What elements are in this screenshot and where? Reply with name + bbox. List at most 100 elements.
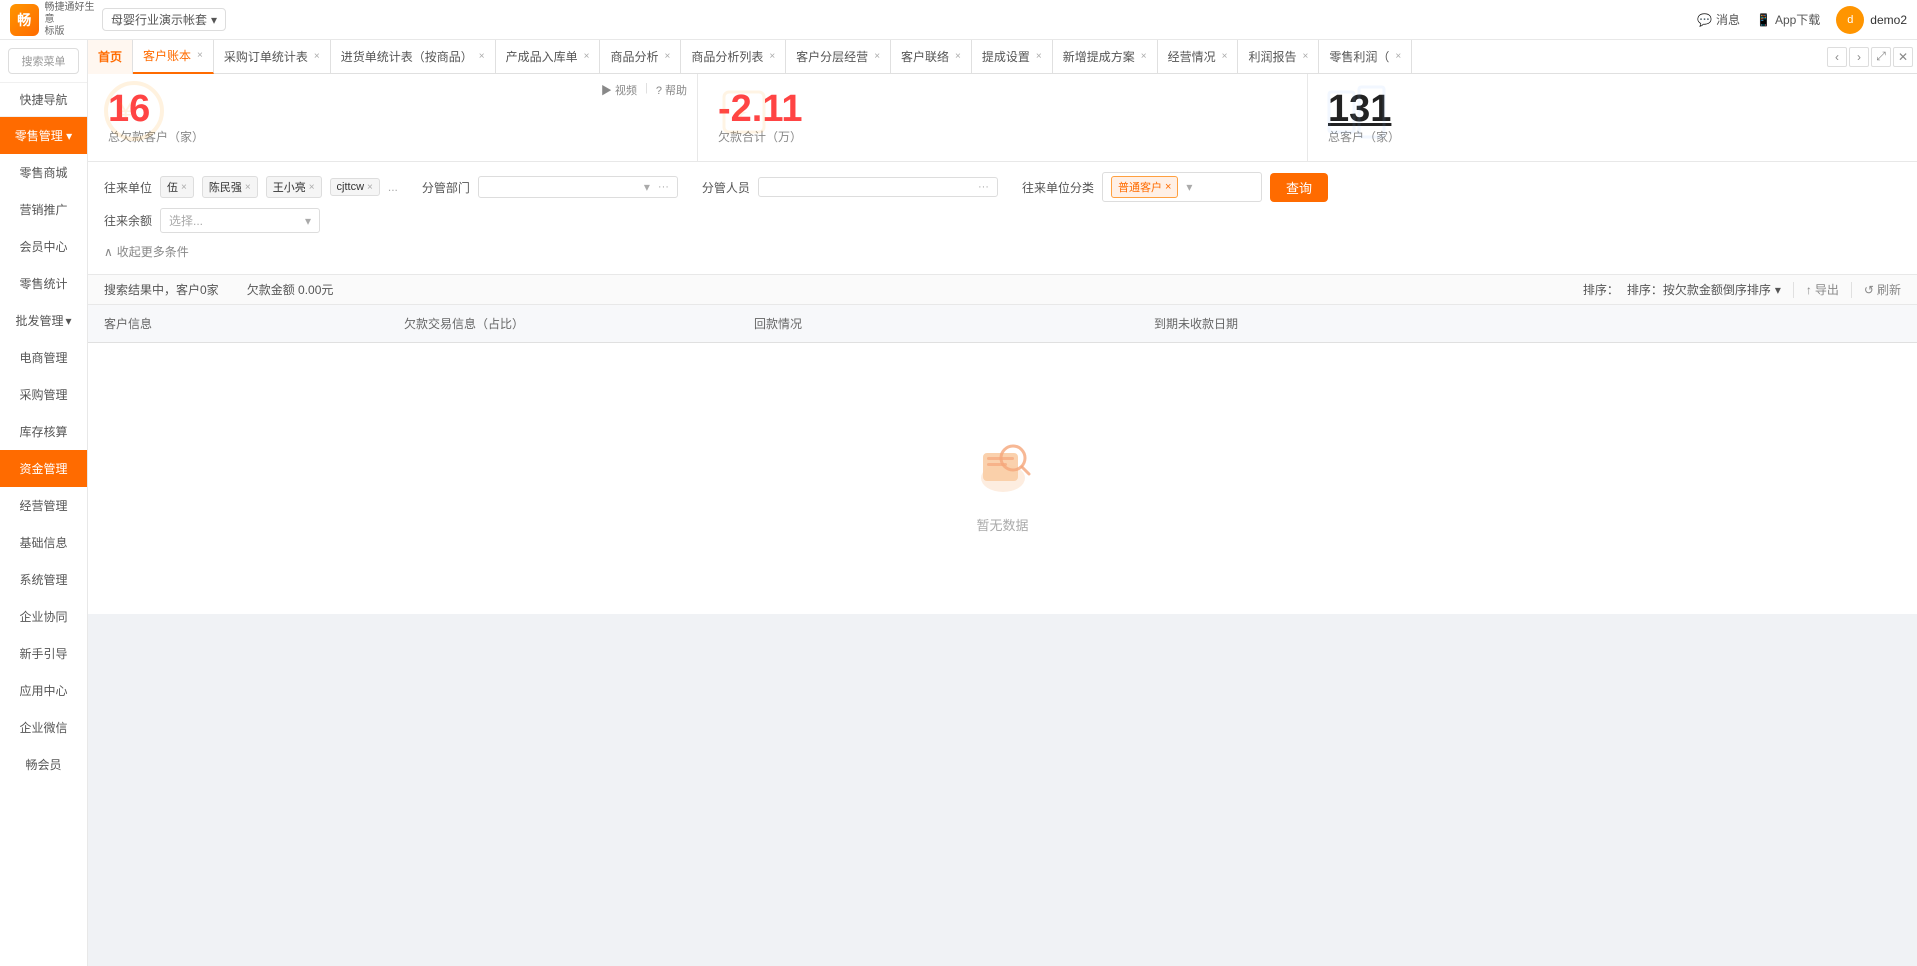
empty-text: 暂无数据 — [976, 515, 1028, 534]
sidebar-item-inventory[interactable]: 库存核算 — [0, 413, 87, 450]
filter-balance-select[interactable]: 选择... ▾ — [160, 208, 320, 233]
tab-close-profit-report[interactable]: × — [1302, 51, 1308, 62]
sidebar-item-retail-mall[interactable]: 零售商城 — [0, 154, 87, 191]
filter-dept-select[interactable]: ▾ ··· — [478, 176, 678, 198]
user-avatar: d — [1836, 6, 1864, 34]
user-profile[interactable]: d demo2 — [1836, 6, 1907, 34]
tab-close-operations[interactable]: × — [1222, 51, 1228, 62]
sidebar-item-enterprise-wechat[interactable]: 企业微信 — [0, 709, 87, 746]
tab-maximize[interactable]: ⤢ — [1871, 47, 1891, 67]
tab-scroll-right[interactable]: › — [1849, 47, 1869, 67]
logo-icon: 畅 — [10, 4, 39, 36]
tab-close-stock-stats[interactable]: × — [479, 51, 485, 62]
remove-tag-wang[interactable]: × — [309, 182, 315, 193]
app-download-button[interactable]: 📱 App下载 — [1756, 11, 1820, 28]
sidebar-item-wholesale-mgmt[interactable]: 批发管理 ▾ — [0, 302, 87, 339]
chevron-down-icon: ▾ — [1775, 283, 1781, 297]
remove-tag-chen[interactable]: × — [245, 182, 251, 193]
logo-text: 畅捷通好生意标版 — [45, 2, 98, 38]
sidebar-quick-nav[interactable]: 快捷导航 — [0, 83, 87, 117]
export-button[interactable]: ↑ 导出 — [1806, 281, 1839, 298]
collapse-filter-button[interactable]: ∧ 收起更多条件 — [104, 243, 1901, 260]
col-due-date: 到期未收款日期 — [1154, 315, 1901, 332]
message-icon: 💬 — [1697, 13, 1712, 27]
tab-production[interactable]: 产成品入库单 × — [496, 40, 601, 74]
tab-new-promotion[interactable]: 新增提成方案 × — [1053, 40, 1158, 74]
stat-card-credit-customers: ¥ 16 总欠款客户（家） ▶ 视频 | ? 帮助 — [88, 74, 698, 161]
tab-close-new-promotion[interactable]: × — [1141, 51, 1147, 62]
remove-tag-wu[interactable]: × — [181, 182, 187, 193]
tab-close-accounts[interactable]: × — [197, 50, 203, 61]
tab-profit-report[interactable]: 利润报告 × — [1238, 40, 1319, 74]
search-result-amount-value: 欠款金额 0.00元 — [247, 281, 334, 298]
tab-scroll-left[interactable]: ‹ — [1827, 47, 1847, 67]
tab-customer-contact[interactable]: 客户联络 × — [891, 40, 972, 74]
tab-close-production[interactable]: × — [584, 51, 590, 62]
tab-close-reminder-settings[interactable]: × — [1036, 51, 1042, 62]
tab-accounts[interactable]: 客户账本 × — [133, 40, 214, 74]
filter-unit-class-select[interactable]: 普通客户 × ▾ — [1102, 172, 1262, 202]
sidebar-item-capital-mgmt[interactable]: 资金管理 — [0, 450, 87, 487]
empty-state: 暂无数据 — [88, 343, 1917, 614]
sidebar-item-vip-member[interactable]: 畅会员 — [0, 746, 87, 783]
tab-close-goods-analysis[interactable]: × — [664, 51, 670, 62]
search-result-bar: 搜索结果中，客户0家 欠款金额 0.00元 排序： 排序：按欠款金额倒序排序 ▾… — [88, 275, 1917, 305]
sidebar-item-ops-mgmt[interactable]: 经营管理 — [0, 487, 87, 524]
stat-value-credit-customers: 16 — [108, 90, 677, 128]
search-result-text: 搜索结果中，客户0家 — [104, 281, 219, 298]
logo-area: 畅 畅捷通好生意标版 — [10, 2, 98, 38]
tab-close-retail-profit[interactable]: × — [1395, 51, 1401, 62]
filter-more-tags[interactable]: ... — [388, 180, 398, 194]
tab-close-customer-tier[interactable]: × — [874, 51, 880, 62]
remove-tag-cjttcw[interactable]: × — [367, 182, 373, 193]
video-link[interactable]: ▶ 视频 — [601, 82, 637, 98]
tab-reminder-settings[interactable]: 提成设置 × — [972, 40, 1053, 74]
sidebar-item-member-center[interactable]: 会员中心 — [0, 228, 87, 265]
tab-home[interactable]: 首页 — [88, 40, 133, 74]
data-table: 客户信息 欠款交易信息（占比） 回款情况 到期未收款日期 — [88, 305, 1917, 614]
tab-purchase-order[interactable]: 采购订单统计表 × — [214, 40, 331, 74]
tab-close-all[interactable]: ✕ — [1893, 47, 1913, 67]
sidebar-item-app-center[interactable]: 应用中心 — [0, 672, 87, 709]
tab-close-goods-analysis-list[interactable]: × — [769, 51, 775, 62]
user-name: demo2 — [1870, 13, 1907, 27]
tab-customer-tier[interactable]: 客户分层经营 × — [786, 40, 891, 74]
sidebar-item-ecommerce[interactable]: 电商管理 — [0, 339, 87, 376]
sidebar-item-new-guide[interactable]: 新手引导 — [0, 635, 87, 672]
tab-close-customer-contact[interactable]: × — [955, 51, 961, 62]
tab-close-purchase-order[interactable]: × — [314, 51, 320, 62]
sidebar-item-basic-info[interactable]: 基础信息 — [0, 524, 87, 561]
tab-goods-analysis-list[interactable]: 商品分析列表 × — [681, 40, 786, 74]
sort-label: 排序： — [1583, 281, 1619, 298]
export-icon: ↑ — [1806, 283, 1812, 297]
sidebar-item-retail-mgmt[interactable]: 零售管理 ▾ — [0, 117, 87, 154]
tab-goods-analysis[interactable]: 商品分析 × — [600, 40, 681, 74]
sidebar-item-marketing[interactable]: 营销推广 — [0, 191, 87, 228]
sidebar-item-purchase-mgmt[interactable]: 采购管理 — [0, 376, 87, 413]
query-button[interactable]: 查询 — [1270, 173, 1328, 202]
remove-tag-normal-customer[interactable]: × — [1165, 181, 1171, 193]
filter-person-select[interactable]: ··· — [758, 177, 998, 197]
col-repayment: 回款情况 — [754, 315, 1154, 332]
message-button[interactable]: 💬 消息 — [1697, 11, 1740, 28]
help-link[interactable]: ? 帮助 — [656, 82, 687, 98]
tab-retail-profit[interactable]: 零售利润（ × — [1319, 40, 1412, 74]
search-menu-button[interactable]: 搜索菜单 — [8, 48, 79, 74]
tab-operations[interactable]: 经营情况 × — [1158, 40, 1239, 74]
chevron-down-icon: ▾ — [65, 314, 71, 328]
tab-stock-stats[interactable]: 进货单统计表（按商品） × — [331, 40, 496, 74]
chevron-down-icon: ▾ — [644, 180, 650, 194]
stat-label-credit-amount: 欠款合计（万） — [718, 128, 1287, 145]
sort-select[interactable]: 排序：按欠款金额倒序排序 ▾ — [1627, 281, 1781, 298]
svg-text:¥: ¥ — [118, 98, 133, 125]
stat-card-total-customers: 131 总客户（家） — [1308, 74, 1917, 161]
filter-tag-wang: 王小亮 × — [266, 176, 322, 198]
sidebar-item-enterprise-collab[interactable]: 企业协同 — [0, 598, 87, 635]
refresh-button[interactable]: ↺ 刷新 — [1864, 281, 1901, 298]
workspace-selector[interactable]: 母婴行业演示帐套 ▾ — [102, 8, 226, 31]
sidebar-item-system-mgmt[interactable]: 系统管理 — [0, 561, 87, 598]
sidebar-item-retail-stats[interactable]: 零售统计 — [0, 265, 87, 302]
filter-tag-cjttcw: cjttcw × — [330, 178, 380, 196]
collapse-icon: ∧ — [104, 245, 113, 259]
filter-dept-label: 分管部门 — [422, 179, 470, 196]
